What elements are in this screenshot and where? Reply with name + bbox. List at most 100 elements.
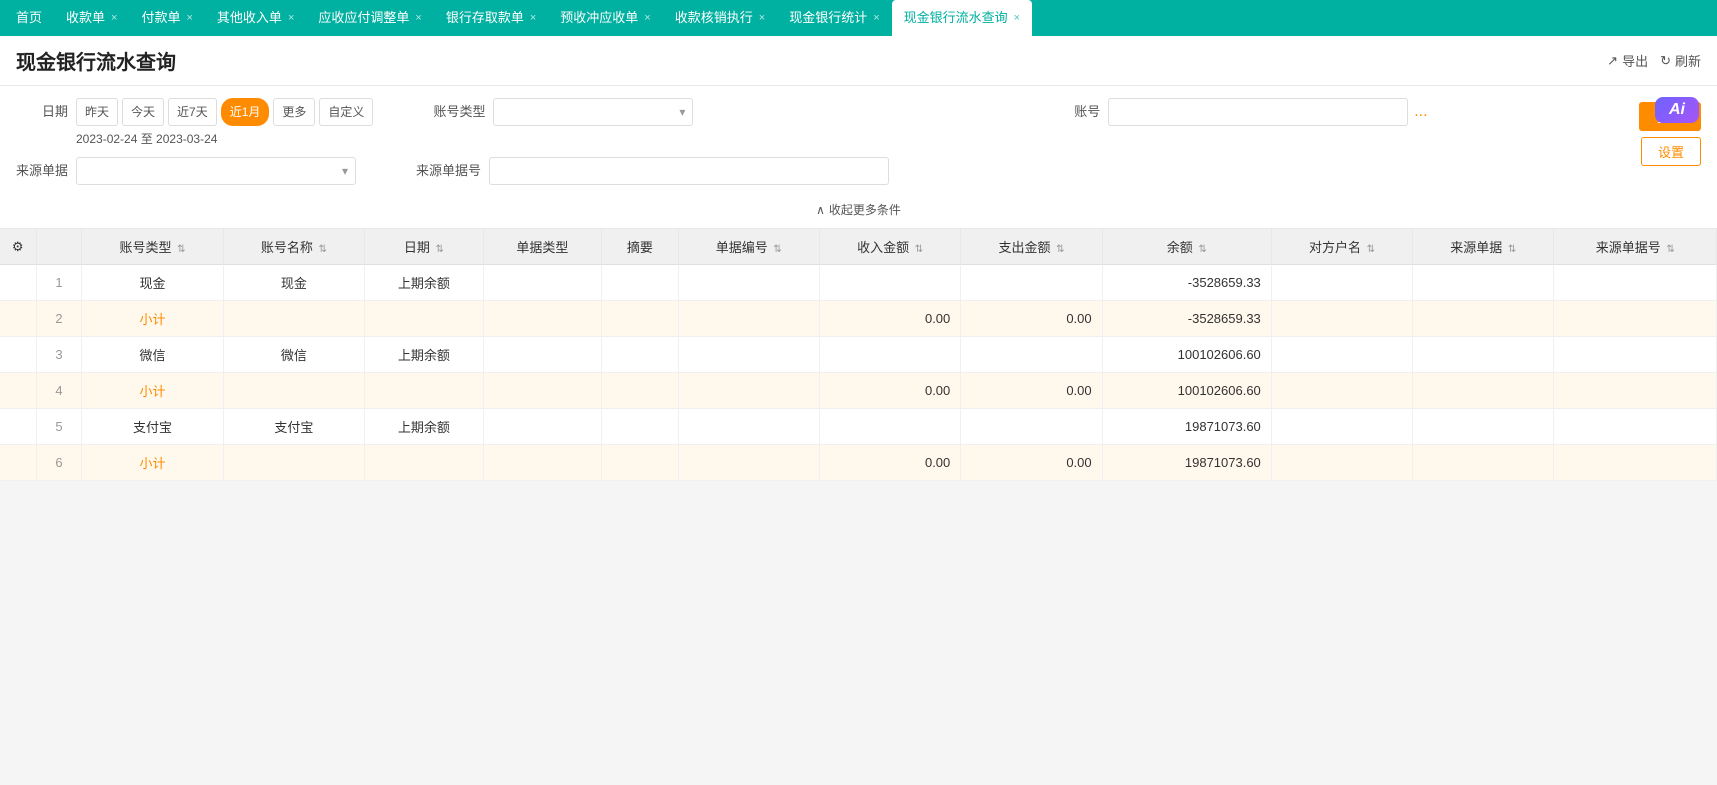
source-doc-no-input[interactable]	[489, 157, 889, 185]
td-cell: 现金	[223, 265, 364, 301]
td-cell	[483, 337, 602, 373]
td-cell	[483, 409, 602, 445]
nav-receipt-close[interactable]: ×	[111, 0, 117, 36]
td-cell: 5	[36, 409, 82, 445]
th-balance[interactable]: 余额 ⇅	[1102, 229, 1271, 265]
nav-cash-bank-flow[interactable]: 现金银行流水查询 ×	[892, 0, 1032, 36]
filter-row-source: 来源单据 来源单据号	[16, 157, 1623, 185]
td-cell	[602, 301, 678, 337]
td-cell: -3528659.33	[1102, 265, 1271, 301]
th-counterparty[interactable]: 对方户名 ⇅	[1271, 229, 1412, 265]
nav-write-off[interactable]: 收款核销执行 ×	[663, 0, 777, 36]
nav-cash-bank-flow-close[interactable]: ×	[1014, 0, 1020, 36]
filter-area: 日期 昨天 今天 近7天 近1月 更多 自定义 2023-02-24 至 202…	[0, 86, 1717, 229]
nav-other-income[interactable]: 其他收入单 ×	[205, 0, 306, 36]
th-income[interactable]: 收入金额 ⇅	[819, 229, 960, 265]
account-dots-btn[interactable]: ...	[1408, 103, 1433, 121]
td-gear	[0, 409, 36, 445]
nav-advance-offset[interactable]: 预收冲应收单 ×	[548, 0, 662, 36]
nav-receipt-label: 收款单	[66, 0, 105, 36]
td-cell	[1554, 265, 1717, 301]
td-cell	[1271, 301, 1412, 337]
td-cell	[365, 445, 484, 481]
nav-home[interactable]: 首页	[4, 0, 54, 36]
date-filter-label: 日期	[16, 98, 76, 126]
td-cell	[819, 265, 960, 301]
nav-write-off-close[interactable]: ×	[759, 0, 765, 36]
td-cell: 上期余额	[365, 265, 484, 301]
refresh-icon: ↻	[1660, 53, 1671, 69]
td-cell	[961, 337, 1102, 373]
td-cell	[1413, 301, 1554, 337]
date-today[interactable]: 今天	[122, 98, 164, 126]
th-gear[interactable]: ⚙	[0, 229, 36, 265]
td-cell	[678, 337, 819, 373]
date-1month[interactable]: 近1月	[221, 98, 270, 126]
nav-receipt[interactable]: 收款单 ×	[54, 0, 129, 36]
td-cell	[1413, 337, 1554, 373]
td-cell: 0.00	[819, 445, 960, 481]
refresh-button[interactable]: ↻ 刷新	[1660, 51, 1701, 70]
nav-ar-ap-label: 应收应付调整单	[318, 0, 409, 36]
nav-advance-offset-close[interactable]: ×	[644, 0, 650, 36]
td-cell	[483, 373, 602, 409]
td-cell: 2	[36, 301, 82, 337]
th-doc-no[interactable]: 单据编号 ⇅	[678, 229, 819, 265]
th-date[interactable]: 日期 ⇅	[365, 229, 484, 265]
refresh-label: 刷新	[1675, 51, 1701, 70]
source-doc-label: 来源单据	[16, 157, 76, 185]
td-cell	[223, 445, 364, 481]
td-cell	[1413, 445, 1554, 481]
nav-other-income-close[interactable]: ×	[288, 0, 294, 36]
td-cell	[1271, 373, 1412, 409]
nav-ar-ap[interactable]: 应收应付调整单 ×	[306, 0, 433, 36]
date-yesterday[interactable]: 昨天	[76, 98, 118, 126]
settings-button[interactable]: 设置	[1641, 137, 1701, 166]
collapse-bar[interactable]: ∧ 收起更多条件	[16, 195, 1701, 220]
export-button[interactable]: ↗ 导出	[1607, 51, 1648, 70]
date-custom[interactable]: 自定义	[319, 98, 373, 126]
nav-cash-bank-stat-close[interactable]: ×	[873, 0, 879, 36]
td-cell	[365, 373, 484, 409]
td-cell: 上期余额	[365, 409, 484, 445]
td-cell	[1271, 337, 1412, 373]
nav-payment-close[interactable]: ×	[186, 0, 192, 36]
th-account-type[interactable]: 账号类型 ⇅	[82, 229, 223, 265]
nav-ar-ap-close[interactable]: ×	[415, 0, 421, 36]
date-more[interactable]: 更多	[273, 98, 315, 126]
td-cell: 1	[36, 265, 82, 301]
nav-write-off-label: 收款核销执行	[675, 0, 753, 36]
nav-cash-bank-flow-label: 现金银行流水查询	[904, 0, 1008, 36]
th-source-doc-no[interactable]: 来源单据号 ⇅	[1554, 229, 1717, 265]
account-type-select[interactable]	[493, 98, 693, 126]
nav-cash-bank-stat[interactable]: 现金银行统计 ×	[777, 0, 891, 36]
nav-bank-deposit-close[interactable]: ×	[530, 0, 536, 36]
td-cell	[678, 373, 819, 409]
th-source-doc[interactable]: 来源单据 ⇅	[1413, 229, 1554, 265]
date-options: 昨天 今天 近7天 近1月 更多 自定义	[76, 98, 373, 126]
table-row: 6小计0.000.0019871073.60	[0, 445, 1717, 481]
td-cell: 微信	[82, 337, 223, 373]
td-cell: 0.00	[819, 301, 960, 337]
td-gear	[0, 265, 36, 301]
nav-payment[interactable]: 付款单 ×	[129, 0, 204, 36]
th-account-name[interactable]: 账号名称 ⇅	[223, 229, 364, 265]
td-cell	[602, 265, 678, 301]
collapse-label: 收起更多条件	[829, 201, 901, 218]
table-row: 1现金现金上期余额-3528659.33	[0, 265, 1717, 301]
td-cell	[602, 337, 678, 373]
td-cell	[678, 265, 819, 301]
account-input[interactable]	[1108, 98, 1408, 126]
th-expense[interactable]: 支出金额 ⇅	[961, 229, 1102, 265]
nav-cash-bank-stat-label: 现金银行统计	[789, 0, 867, 36]
td-cell: 支付宝	[82, 409, 223, 445]
td-cell: 小计	[82, 301, 223, 337]
td-gear	[0, 337, 36, 373]
date-7days[interactable]: 近7天	[168, 98, 217, 126]
nav-bank-deposit[interactable]: 银行存取款单 ×	[434, 0, 548, 36]
nav-advance-offset-label: 预收冲应收单	[560, 0, 638, 36]
ai-badge[interactable]: Ai	[1655, 97, 1699, 123]
td-cell	[1554, 409, 1717, 445]
td-cell	[1271, 445, 1412, 481]
source-doc-select[interactable]	[76, 157, 356, 185]
